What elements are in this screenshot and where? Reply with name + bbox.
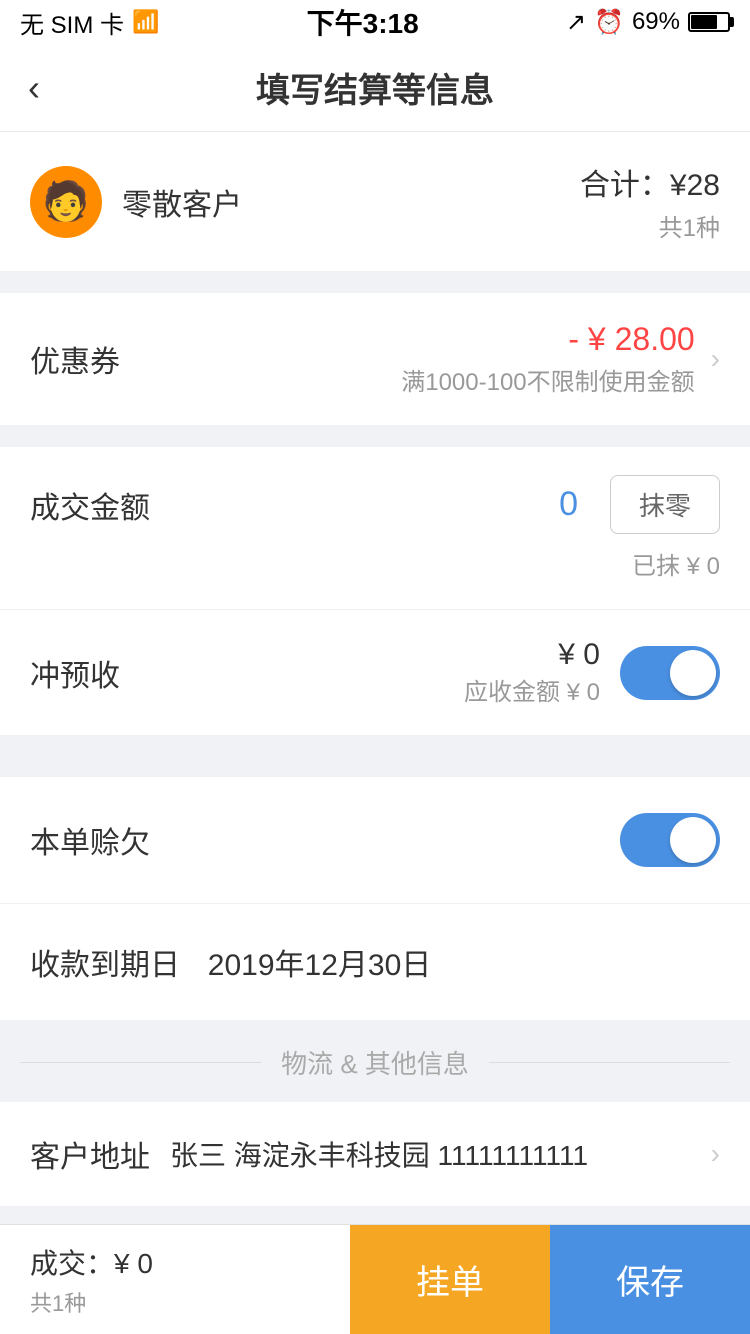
transaction-value[interactable]: 0 (559, 485, 578, 524)
bottom-count: 共1种 (30, 1286, 320, 1318)
round-button[interactable]: 抹零 (610, 475, 720, 534)
credit-label: 本单赊欠 (30, 818, 150, 862)
prepay-row: 冲预收 ¥ 0 应收金额 ¥ 0 (0, 609, 750, 735)
credit-section: 本单赊欠 收款到期日 2019年12月30日 (0, 777, 750, 1020)
logistics-divider: 物流 & 其他信息 (0, 1022, 750, 1102)
transaction-row: 成交金额 0 抹零 (0, 447, 750, 546)
coupon-chevron-icon: › (711, 343, 720, 375)
nav-bar: ‹ 填写结算等信息 (0, 44, 750, 132)
transaction-section: 成交金额 0 抹零 已抹 ¥ 0 冲预收 ¥ 0 应收金额 ¥ 0 (0, 447, 750, 735)
address-section[interactable]: 客户地址 张三 海淀永丰科技园 11111111111 › (0, 1102, 750, 1206)
logistics-line-right (489, 1062, 730, 1063)
total-amount: 合计：¥28 (580, 160, 720, 204)
prepay-amount: ¥ 0 (464, 638, 600, 672)
coupon-desc: 满1000-100不限制使用金额 (401, 362, 694, 397)
customer-right: 合计：¥28 共1种 (580, 160, 720, 243)
status-time: 下午3:18 (307, 2, 419, 42)
save-button[interactable]: 保存 (550, 1225, 750, 1334)
customer-section: 🧑 零散客户 合计：¥28 共1种 (0, 132, 750, 271)
bottom-transaction-label: 成交： (30, 1248, 114, 1279)
prepay-right: ¥ 0 应收金额 ¥ 0 (464, 638, 720, 707)
due-date-label: 收款到期日 (30, 949, 180, 982)
back-button[interactable]: ‹ (28, 67, 40, 109)
prepay-toggle[interactable] (620, 646, 720, 700)
credit-toggle-knob (670, 817, 716, 863)
coupon-right: - ¥ 28.00 满1000-100不限制使用金额 › (401, 321, 720, 397)
carrier-text: 无 SIM 卡 (20, 5, 124, 40)
hang-button[interactable]: 挂单 (350, 1225, 550, 1334)
bottom-info: 成交：¥ 0 共1种 (0, 1225, 350, 1334)
customer-name: 零散客户 (122, 180, 242, 224)
battery-icon (688, 12, 730, 32)
alarm-icon: ⏰ (594, 8, 624, 37)
divider-1 (0, 273, 750, 293)
status-left: 无 SIM 卡 📶 (20, 5, 159, 40)
divider-3 (0, 737, 750, 757)
prepay-label: 冲预收 (30, 651, 120, 695)
customer-left: 🧑 零散客户 (30, 166, 242, 238)
logistics-label: 物流 & 其他信息 (281, 1044, 469, 1081)
coupon-label: 优惠券 (30, 337, 120, 381)
address-chevron-icon: › (711, 1138, 720, 1170)
wifi-icon: 📶 (132, 9, 159, 35)
transaction-sub-text: 已抹 ¥ 0 (632, 546, 720, 581)
coupon-row[interactable]: 优惠券 - ¥ 28.00 满1000-100不限制使用金额 › (0, 293, 750, 425)
bottom-transaction: 成交：¥ 0 (30, 1242, 320, 1282)
status-bar: 无 SIM 卡 📶 下午3:18 ↗ ⏰ 69% (0, 0, 750, 44)
transaction-sub-row: 已抹 ¥ 0 (0, 546, 750, 609)
credit-toggle[interactable] (620, 813, 720, 867)
divider-2 (0, 427, 750, 447)
prepay-value-block: ¥ 0 应收金额 ¥ 0 (464, 638, 600, 707)
location-icon: ↗ (566, 8, 586, 37)
prepay-sub: 应收金额 ¥ 0 (464, 672, 600, 707)
address-value: 张三 海淀永丰科技园 11111111111 (170, 1134, 711, 1174)
coupon-section[interactable]: 优惠券 - ¥ 28.00 满1000-100不限制使用金额 › (0, 293, 750, 425)
due-date-row: 收款到期日 2019年12月30日 (0, 904, 750, 1020)
main-content: 🧑 零散客户 合计：¥28 共1种 优惠券 - ¥ 28.00 满1000-10… (0, 132, 750, 1326)
logistics-line-left (20, 1062, 261, 1063)
transaction-right: 0 抹零 (559, 475, 720, 534)
coupon-amount: - ¥ 28.00 (401, 321, 694, 358)
battery-text: 69% (632, 8, 680, 36)
transaction-label: 成交金额 (30, 483, 150, 527)
prepay-toggle-knob (670, 650, 716, 696)
total-count: 共1种 (580, 208, 720, 243)
status-right: ↗ ⏰ 69% (566, 8, 730, 37)
due-date-value: 2019年12月30日 (208, 949, 431, 982)
page-title: 填写结算等信息 (256, 63, 494, 112)
avatar: 🧑 (30, 166, 102, 238)
bottom-transaction-value: ¥ 0 (114, 1248, 153, 1279)
address-label: 客户地址 (30, 1132, 150, 1176)
credit-row: 本单赊欠 (0, 777, 750, 904)
avatar-icon: 🧑 (42, 180, 89, 224)
coupon-value-container: - ¥ 28.00 满1000-100不限制使用金额 (401, 321, 694, 397)
bottom-bar: 成交：¥ 0 共1种 挂单 保存 (0, 1224, 750, 1334)
